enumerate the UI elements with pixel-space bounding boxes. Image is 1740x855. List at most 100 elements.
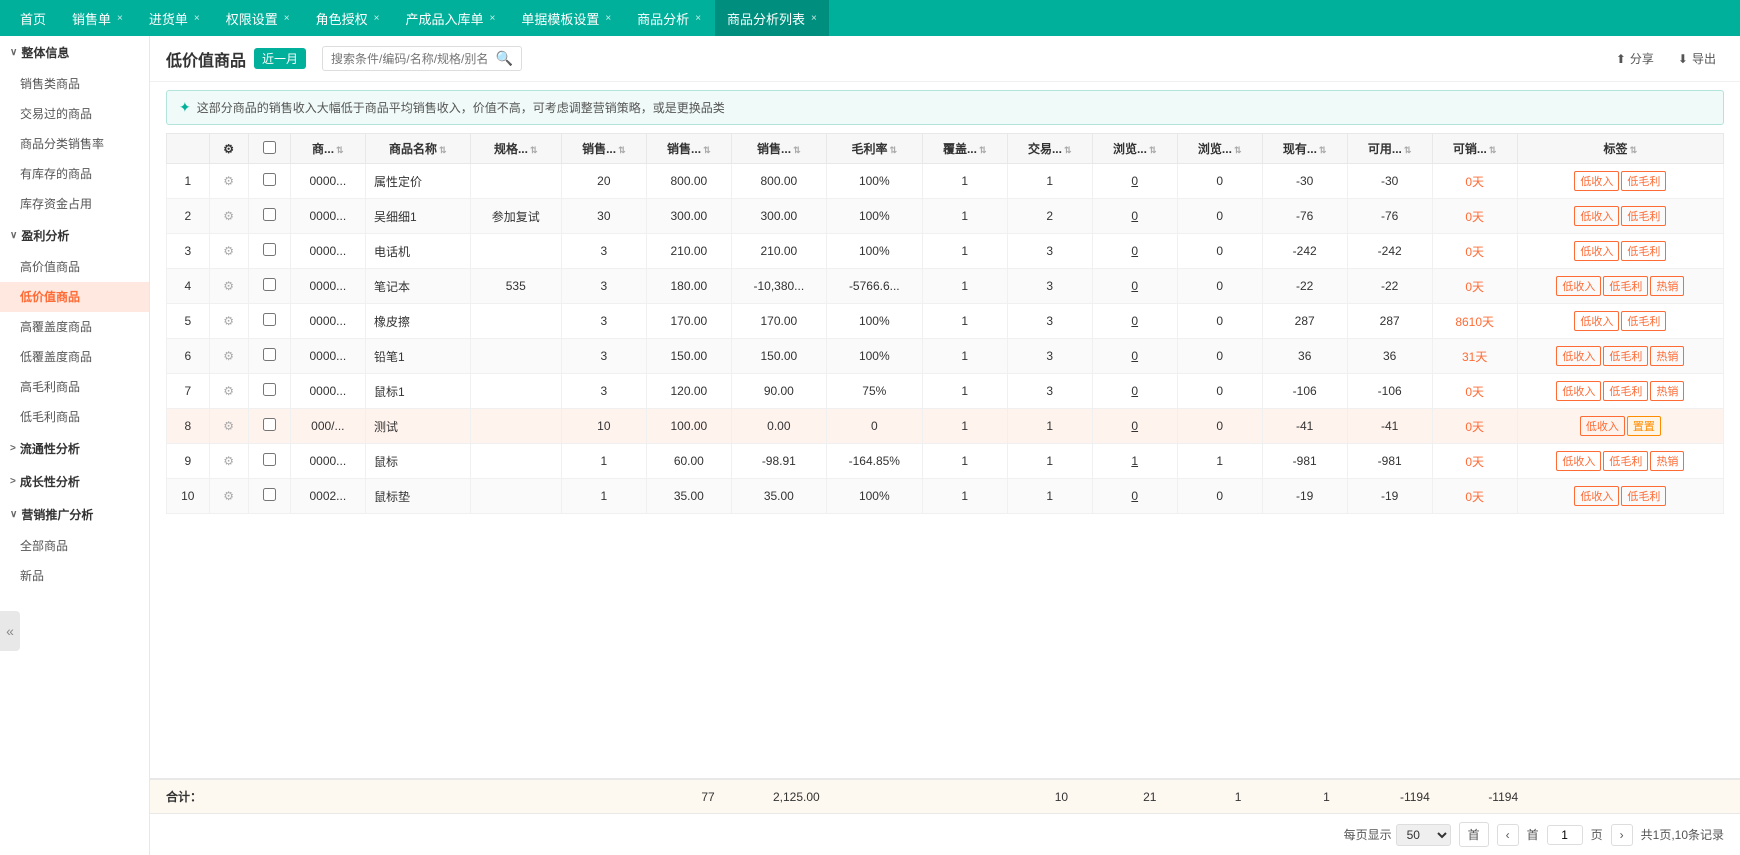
nav-item-权限设置[interactable]: 权限设置× <box>214 0 302 36</box>
share-button[interactable]: ⬆ 分享 <box>1608 46 1662 71</box>
next-page-button[interactable]: › <box>1611 824 1633 846</box>
settings-icon[interactable]: ⚙ <box>223 419 234 433</box>
cell-views1[interactable]: 0 <box>1092 304 1177 339</box>
views-link[interactable]: 0 <box>1131 349 1138 363</box>
sidebar-item-库存资金占用[interactable]: 库存资金占用 <box>0 189 149 219</box>
cell-checkbox[interactable] <box>248 199 290 234</box>
views-link[interactable]: 0 <box>1131 279 1138 293</box>
sort-icon[interactable]: ⇅ <box>703 145 711 155</box>
sort-icon[interactable]: ⇅ <box>793 145 801 155</box>
cell-settings[interactable]: ⚙ <box>209 234 248 269</box>
sort-icon[interactable]: ⇅ <box>1630 145 1638 155</box>
cell-settings[interactable]: ⚙ <box>209 304 248 339</box>
cell-views1[interactable]: 0 <box>1092 479 1177 514</box>
cell-checkbox[interactable] <box>248 374 290 409</box>
sort-icon[interactable]: ⇅ <box>1489 145 1497 155</box>
cell-checkbox[interactable] <box>248 304 290 339</box>
sort-icon[interactable]: ⇅ <box>530 145 538 155</box>
cell-views1[interactable]: 0 <box>1092 409 1177 444</box>
close-icon[interactable]: × <box>489 13 495 24</box>
sidebar-item-销售类商品[interactable]: 销售类商品 <box>0 69 149 99</box>
per-page-select[interactable]: 50 100 <box>1396 824 1451 846</box>
close-icon[interactable]: × <box>284 13 290 24</box>
nav-item-单据模板设置[interactable]: 单据模板设置× <box>509 0 623 36</box>
cell-checkbox[interactable] <box>248 269 290 304</box>
sort-icon[interactable]: ⇅ <box>1234 145 1242 155</box>
row-checkbox[interactable] <box>263 278 276 291</box>
cell-views1[interactable]: 0 <box>1092 199 1177 234</box>
page-input[interactable] <box>1547 825 1583 845</box>
sort-icon[interactable]: ⇅ <box>979 145 987 155</box>
sidebar-item-高价值商品[interactable]: 高价值商品 <box>0 252 149 282</box>
views-link[interactable]: 0 <box>1131 419 1138 433</box>
cell-views1[interactable]: 0 <box>1092 164 1177 199</box>
sidebar-item-低覆盖度商品[interactable]: 低覆盖度商品 <box>0 342 149 372</box>
cell-settings[interactable]: ⚙ <box>209 444 248 479</box>
settings-icon[interactable]: ⚙ <box>223 244 234 258</box>
sidebar-item-全部商品[interactable]: 全部商品 <box>0 531 149 561</box>
settings-icon[interactable]: ⚙ <box>223 489 234 503</box>
sidebar-item-有库存的商品[interactable]: 有库存的商品 <box>0 159 149 189</box>
cell-settings[interactable]: ⚙ <box>209 479 248 514</box>
views-link[interactable]: 0 <box>1131 314 1138 328</box>
nav-item-产成品入库单[interactable]: 产成品入库单× <box>393 0 507 36</box>
settings-icon[interactable]: ⚙ <box>223 454 234 468</box>
cell-views1[interactable]: 0 <box>1092 374 1177 409</box>
cell-views1[interactable]: 0 <box>1092 234 1177 269</box>
th-checkbox[interactable] <box>248 134 290 164</box>
close-icon[interactable]: × <box>811 13 817 24</box>
views-link[interactable]: 0 <box>1131 244 1138 258</box>
sidebar-item-商品分类销售率[interactable]: 商品分类销售率 <box>0 129 149 159</box>
sort-icon[interactable]: ⇅ <box>1064 145 1072 155</box>
sidebar-section-盈利分析[interactable]: ∨盈利分析 <box>0 219 149 252</box>
settings-icon[interactable]: ⚙ <box>223 314 234 328</box>
close-icon[interactable]: × <box>374 13 380 24</box>
settings-icon[interactable]: ⚙ <box>223 349 234 363</box>
cell-settings[interactable]: ⚙ <box>209 374 248 409</box>
cell-settings[interactable]: ⚙ <box>209 199 248 234</box>
nav-item-商品分析[interactable]: 商品分析× <box>625 0 713 36</box>
views-link[interactable]: 0 <box>1131 209 1138 223</box>
cell-checkbox[interactable] <box>248 234 290 269</box>
sidebar-item-低毛利商品[interactable]: 低毛利商品 <box>0 402 149 432</box>
views-link[interactable]: 0 <box>1131 384 1138 398</box>
views-link[interactable]: 0 <box>1131 489 1138 503</box>
sort-icon[interactable]: ⇅ <box>336 145 344 155</box>
row-checkbox[interactable] <box>263 453 276 466</box>
sort-icon[interactable]: ⇅ <box>439 145 447 155</box>
search-icon[interactable]: 🔍 <box>496 50 513 67</box>
row-checkbox[interactable] <box>263 383 276 396</box>
cell-views1[interactable]: 0 <box>1092 339 1177 374</box>
export-button[interactable]: ⬇ 导出 <box>1670 46 1724 71</box>
cell-views1[interactable]: 0 <box>1092 269 1177 304</box>
close-icon[interactable]: × <box>194 13 200 24</box>
collapse-sidebar-button[interactable]: « <box>0 611 20 651</box>
select-all-checkbox[interactable] <box>263 141 276 154</box>
sidebar-section-整体信息[interactable]: ∨整体信息 <box>0 36 149 69</box>
sort-icon[interactable]: ⇅ <box>1149 145 1157 155</box>
nav-item-销售单[interactable]: 销售单× <box>60 0 135 36</box>
cell-settings[interactable]: ⚙ <box>209 269 248 304</box>
cell-checkbox[interactable] <box>248 444 290 479</box>
sort-icon[interactable]: ⇅ <box>1404 145 1412 155</box>
row-checkbox[interactable] <box>263 313 276 326</box>
settings-icon[interactable]: ⚙ <box>223 174 234 188</box>
search-input[interactable] <box>331 52 492 66</box>
settings-icon[interactable]: ⚙ <box>223 209 234 223</box>
close-icon[interactable]: × <box>117 13 123 24</box>
first-page-button[interactable]: 首 <box>1459 822 1489 847</box>
sidebar-item-高覆盖度商品[interactable]: 高覆盖度商品 <box>0 312 149 342</box>
prev-page-button[interactable]: ‹ <box>1497 824 1519 846</box>
settings-icon[interactable]: ⚙ <box>223 279 234 293</box>
cell-settings[interactable]: ⚙ <box>209 409 248 444</box>
views-link[interactable]: 0 <box>1131 174 1138 188</box>
cell-checkbox[interactable] <box>248 479 290 514</box>
nav-item-首页[interactable]: 首页 <box>8 0 58 36</box>
row-checkbox[interactable] <box>263 173 276 186</box>
cell-settings[interactable]: ⚙ <box>209 339 248 374</box>
filter-tag[interactable]: 近一月 <box>254 48 306 69</box>
cell-checkbox[interactable] <box>248 339 290 374</box>
sidebar-item-低价值商品[interactable]: 低价值商品 <box>0 282 149 312</box>
row-checkbox[interactable] <box>263 348 276 361</box>
row-checkbox[interactable] <box>263 243 276 256</box>
